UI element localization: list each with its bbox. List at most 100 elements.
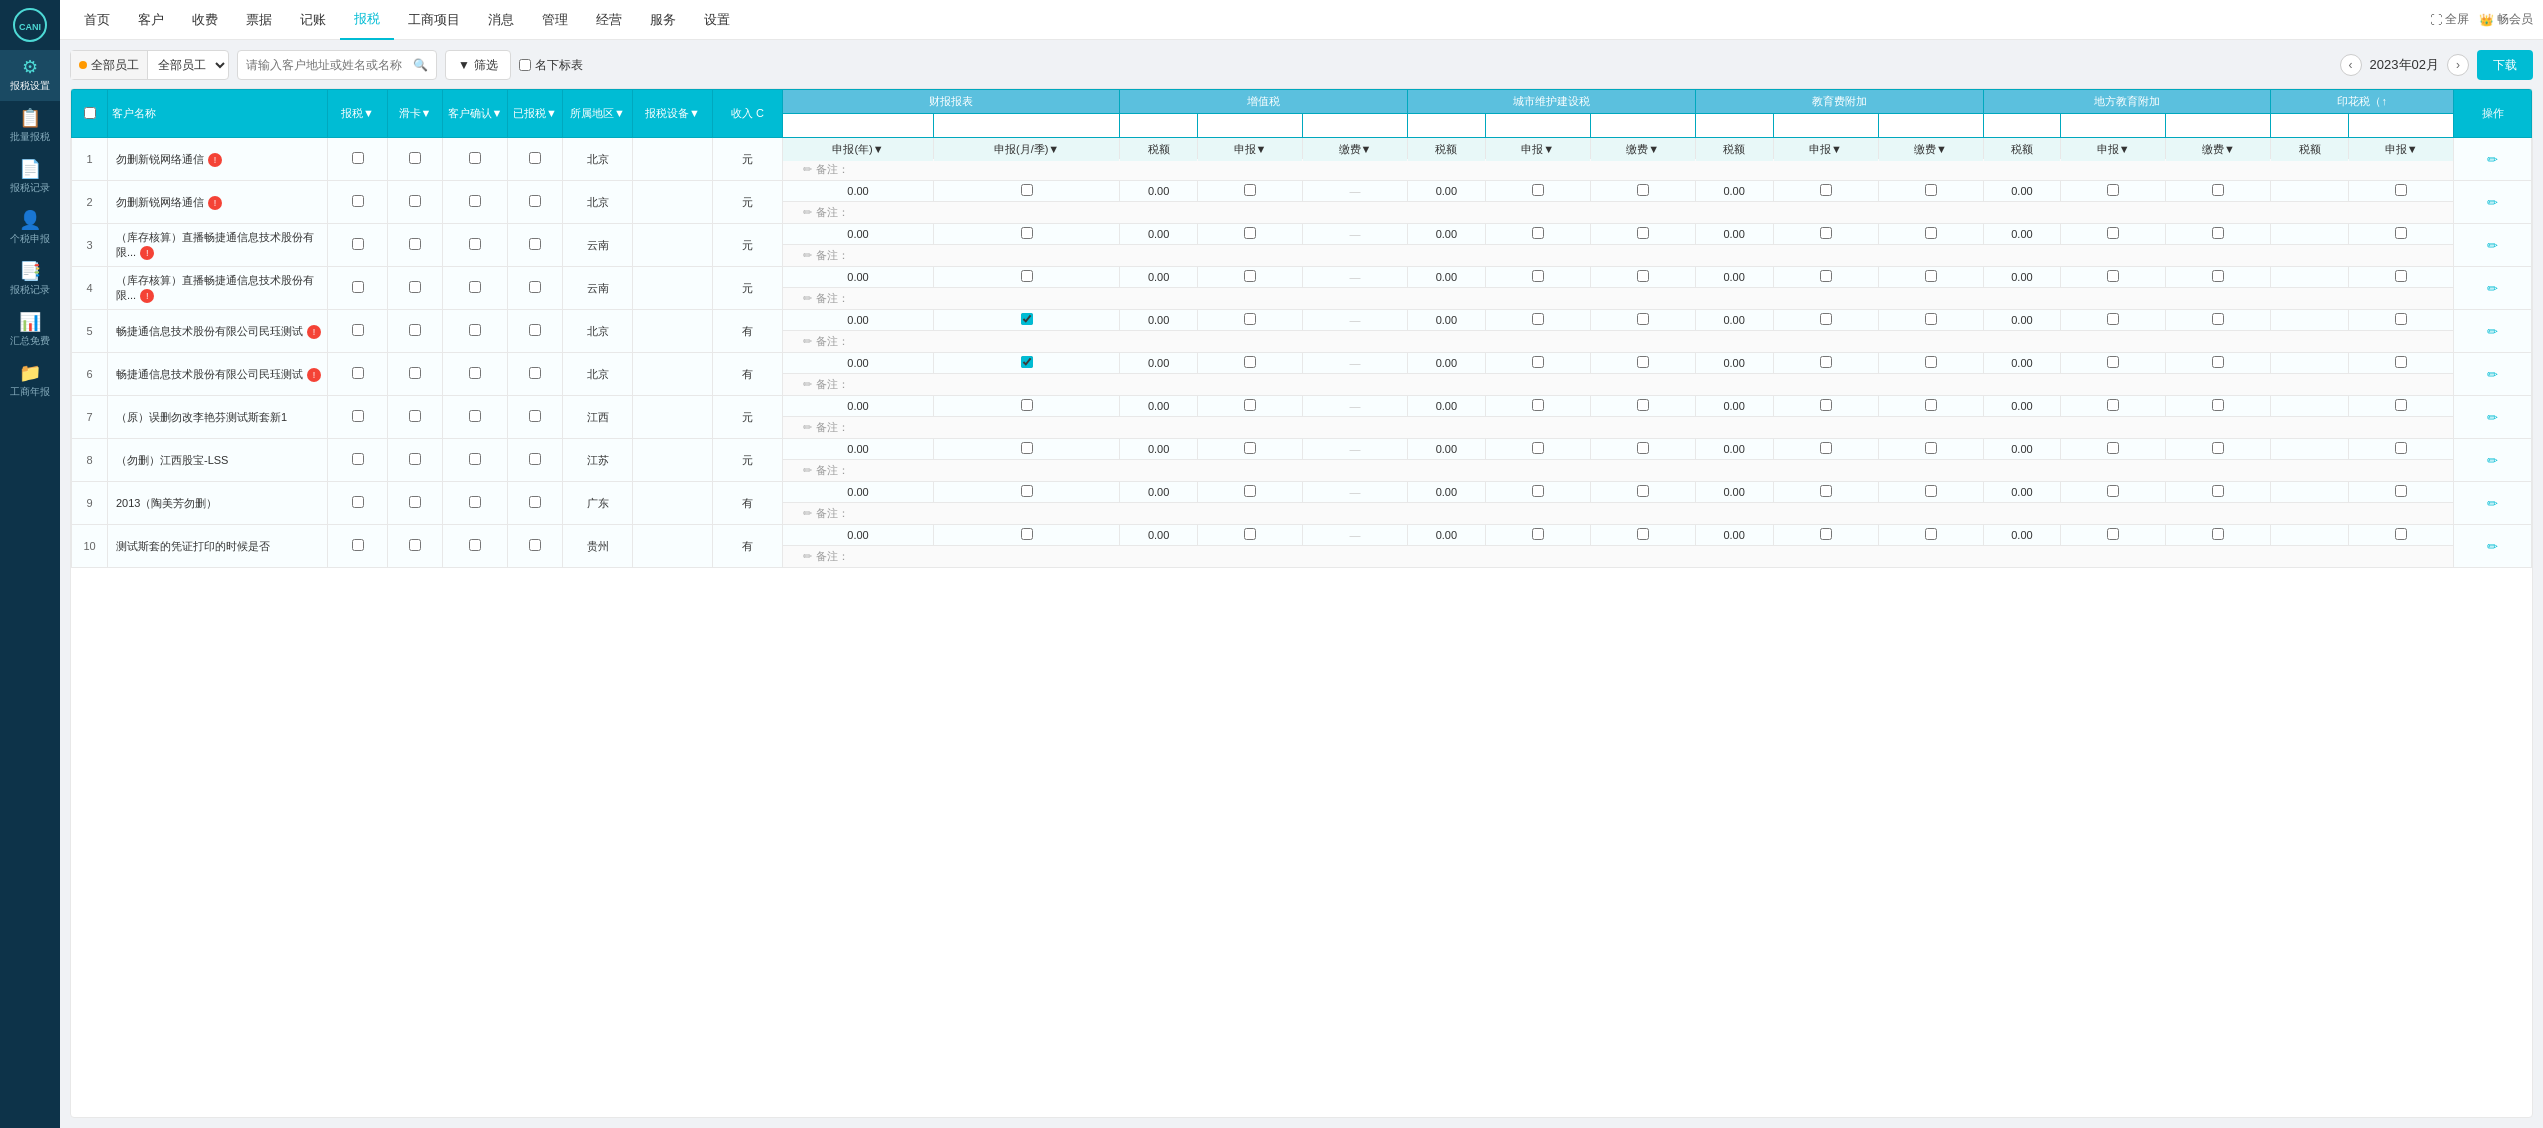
row-chengshi-jiaof[interactable] xyxy=(1590,181,1695,202)
done-checkbox[interactable] xyxy=(529,367,541,379)
edit-icon[interactable]: ✏ xyxy=(2487,410,2498,425)
row-chengshi-shenb[interactable] xyxy=(1485,224,1590,245)
row-baoshui-cb[interactable] xyxy=(328,482,388,525)
row-jiaoyu-shenb[interactable] xyxy=(1773,439,1878,460)
row-caiwu-month[interactable] xyxy=(933,181,1119,202)
row-difang-jiaof[interactable] xyxy=(2166,482,2271,503)
difang-jiaof-checkbox[interactable] xyxy=(2212,227,2224,239)
row-jiaoyu-jiaof[interactable] xyxy=(1878,439,1983,460)
row-confirm-cb[interactable] xyxy=(443,267,508,310)
row-difang-shenb[interactable] xyxy=(2061,439,2166,460)
yinhua-shenb-checkbox[interactable] xyxy=(2395,184,2407,196)
huaka-checkbox[interactable] xyxy=(409,496,421,508)
sidebar-item-baoshui-shezhi[interactable]: ⚙ 报税设置 xyxy=(0,50,60,101)
chengshi-jiaof-checkbox[interactable] xyxy=(1637,227,1649,239)
row-baoshui-cb[interactable] xyxy=(328,310,388,353)
zengzhi-shenb-checkbox[interactable] xyxy=(1244,356,1256,368)
caiwu-month-checkbox[interactable] xyxy=(1021,227,1033,239)
row-jiaoyu-jiaof[interactable] xyxy=(1878,267,1983,288)
difang-shenb-checkbox[interactable] xyxy=(2107,399,2119,411)
row-done-cb[interactable] xyxy=(508,396,563,439)
row-jiaoyu-jiaof[interactable] xyxy=(1878,310,1983,331)
nav-fuwu[interactable]: 服务 xyxy=(636,0,690,40)
huaka-checkbox[interactable] xyxy=(409,539,421,551)
row-edit-btn[interactable]: ✏ xyxy=(2454,138,2532,181)
done-checkbox[interactable] xyxy=(529,152,541,164)
zengzhi-shenb-checkbox[interactable] xyxy=(1244,485,1256,497)
jiaoyu-shenb-checkbox[interactable] xyxy=(1820,270,1832,282)
sidebar-item-baoshui-jilan[interactable]: 📄 报税记录 xyxy=(0,152,60,203)
yinhua-shenb-checkbox[interactable] xyxy=(2395,528,2407,540)
row-chengshi-jiaof[interactable] xyxy=(1590,439,1695,460)
jiaoyu-jiaof-checkbox[interactable] xyxy=(1925,313,1937,325)
select-all-checkbox[interactable] xyxy=(84,107,96,119)
baoshui-checkbox[interactable] xyxy=(352,281,364,293)
confirm-checkbox[interactable] xyxy=(469,324,481,336)
nav-shoufei[interactable]: 收费 xyxy=(178,0,232,40)
edit-icon[interactable]: ✏ xyxy=(2487,496,2498,511)
confirm-checkbox[interactable] xyxy=(469,496,481,508)
employee-select-group[interactable]: 全部员工 全部员工 xyxy=(70,50,229,80)
search-box[interactable]: 🔍 xyxy=(237,50,437,80)
row-caiwu-month[interactable] xyxy=(933,267,1119,288)
row-baoshui-cb[interactable] xyxy=(328,138,388,181)
row-edit-btn[interactable]: ✏ xyxy=(2454,267,2532,310)
row-zengzhi-shenb[interactable] xyxy=(1197,224,1302,245)
baoshui-checkbox[interactable] xyxy=(352,152,364,164)
row-yinhua-shenb[interactable] xyxy=(2349,439,2454,460)
row-baoshui-cb[interactable] xyxy=(328,353,388,396)
edit-icon[interactable]: ✏ xyxy=(2487,195,2498,210)
sidebar-item-geren-shenqing[interactable]: 👤 个税申报 xyxy=(0,203,60,254)
nav-shezhi[interactable]: 设置 xyxy=(690,0,744,40)
difang-jiaof-checkbox[interactable] xyxy=(2212,399,2224,411)
nav-piaojv[interactable]: 票据 xyxy=(232,0,286,40)
row-zengzhi-shenb[interactable] xyxy=(1197,181,1302,202)
yinhua-shenb-checkbox[interactable] xyxy=(2395,227,2407,239)
zengzhi-shenb-checkbox[interactable] xyxy=(1244,184,1256,196)
jiaoyu-jiaof-checkbox[interactable] xyxy=(1925,399,1937,411)
row-zengzhi-shenb[interactable] xyxy=(1197,482,1302,503)
chengshi-jiaof-checkbox[interactable] xyxy=(1637,184,1649,196)
row-jiaoyu-jiaof[interactable] xyxy=(1878,353,1983,374)
row-yinhua-shenb[interactable] xyxy=(2349,353,2454,374)
row-jiaoyu-jiaof[interactable] xyxy=(1878,482,1983,503)
row-jiaoyu-jiaof[interactable] xyxy=(1878,181,1983,202)
chengshi-shenb-checkbox[interactable] xyxy=(1532,442,1544,454)
chengshi-jiaof-checkbox[interactable] xyxy=(1637,356,1649,368)
confirm-checkbox[interactable] xyxy=(469,367,481,379)
caiwu-month-checkbox[interactable] xyxy=(1021,356,1033,368)
row-jiaoyu-jiaof[interactable] xyxy=(1878,396,1983,417)
row-baoshui-cb[interactable] xyxy=(328,224,388,267)
row-zengzhi-shenb[interactable] xyxy=(1197,267,1302,288)
row-yinhua-shenb[interactable] xyxy=(2349,267,2454,288)
row-difang-jiaof[interactable] xyxy=(2166,525,2271,546)
chengshi-shenb-checkbox[interactable] xyxy=(1532,270,1544,282)
caiwu-month-checkbox[interactable] xyxy=(1021,528,1033,540)
chengshi-jiaof-checkbox[interactable] xyxy=(1637,442,1649,454)
yinhua-shenb-checkbox[interactable] xyxy=(2395,356,2407,368)
row-edit-btn[interactable]: ✏ xyxy=(2454,439,2532,482)
edit-icon[interactable]: ✏ xyxy=(2487,281,2498,296)
row-jiaoyu-jiaof[interactable] xyxy=(1878,525,1983,546)
row-confirm-cb[interactable] xyxy=(443,181,508,224)
row-jiaoyu-shenb[interactable] xyxy=(1773,525,1878,546)
row-edit-btn[interactable]: ✏ xyxy=(2454,396,2532,439)
edit-icon[interactable]: ✏ xyxy=(2487,539,2498,554)
row-chengshi-jiaof[interactable] xyxy=(1590,267,1695,288)
jiaoyu-jiaof-checkbox[interactable] xyxy=(1925,227,1937,239)
row-confirm-cb[interactable] xyxy=(443,224,508,267)
row-confirm-cb[interactable] xyxy=(443,525,508,568)
chengshi-shenb-checkbox[interactable] xyxy=(1532,227,1544,239)
baoshui-checkbox[interactable] xyxy=(352,367,364,379)
row-chengshi-jiaof[interactable] xyxy=(1590,224,1695,245)
row-confirm-cb[interactable] xyxy=(443,482,508,525)
difang-jiaof-checkbox[interactable] xyxy=(2212,356,2224,368)
difang-jiaof-checkbox[interactable] xyxy=(2212,442,2224,454)
row-difang-shenb[interactable] xyxy=(2061,310,2166,331)
row-chengshi-jiaof[interactable] xyxy=(1590,353,1695,374)
baoshui-checkbox[interactable] xyxy=(352,410,364,422)
row-zengzhi-shenb[interactable] xyxy=(1197,439,1302,460)
row-chengshi-jiaof[interactable] xyxy=(1590,482,1695,503)
nav-guanli[interactable]: 管理 xyxy=(528,0,582,40)
chengshi-shenb-checkbox[interactable] xyxy=(1532,399,1544,411)
